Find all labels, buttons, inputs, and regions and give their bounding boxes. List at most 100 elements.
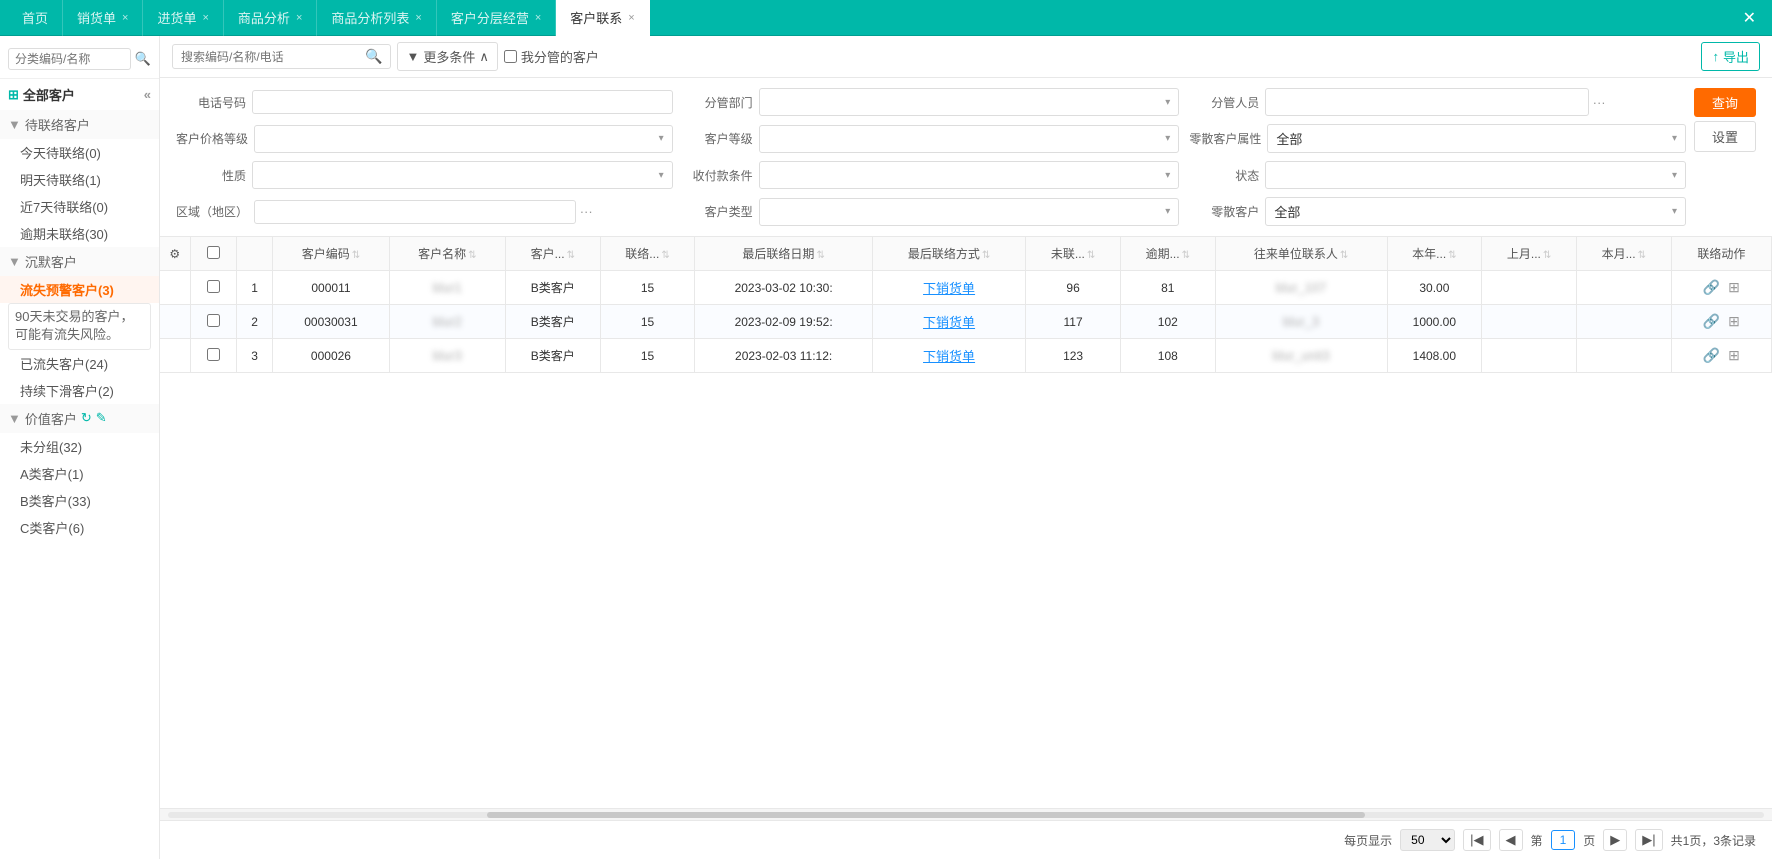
row-checkbox-0[interactable] <box>207 280 220 293</box>
sidebar-group-value[interactable]: ▼ 价值客户 ↻ ✎ <box>0 404 159 433</box>
sidebar-item-churn-warning[interactable]: 流失预警客户(3) <box>0 276 159 303</box>
sidebar-item-overdue[interactable]: 逾期未联络(30) <box>0 220 159 247</box>
select-customer-type[interactable]: ▾ <box>759 198 1180 226</box>
th-this-year[interactable]: 本年...⇅ <box>1387 237 1482 271</box>
sidebar-item-churned[interactable]: 已流失客户(24) <box>0 350 159 377</box>
sidebar-item-classC[interactable]: C类客户(6) <box>0 514 159 541</box>
page-size-select[interactable]: 50 100 200 <box>1400 829 1455 851</box>
export-button[interactable]: ↑ 导出 <box>1701 42 1760 71</box>
search-input[interactable] <box>181 50 361 64</box>
close-customer-tier[interactable]: × <box>535 12 541 24</box>
cell-name-2: blur3 <box>389 339 505 373</box>
select-retail[interactable]: 全部 ▾ <box>1265 197 1686 226</box>
select-nature[interactable]: ▾ <box>252 161 673 189</box>
action-link-icon-2[interactable]: 🔗 <box>1703 347 1720 364</box>
cell-actions-0: 🔗 ⊞ <box>1671 271 1771 305</box>
action-menu-icon-1[interactable]: ⊞ <box>1728 313 1740 330</box>
th-checkbox[interactable] <box>190 237 236 271</box>
th-not-contacted[interactable]: 未联...⇅ <box>1026 237 1121 271</box>
close-customer-contact[interactable]: × <box>628 12 634 24</box>
cell-checkbox-0[interactable] <box>190 271 236 305</box>
th-customer-code[interactable]: 客户编码⇅ <box>273 237 389 271</box>
action-menu-icon-0[interactable]: ⊞ <box>1728 279 1740 296</box>
sidebar-search-icon[interactable]: 🔍 <box>135 51 151 67</box>
filter-customer-level: 客户等级 ▾ <box>683 125 1180 153</box>
select-retail-attr[interactable]: 全部 ▾ <box>1267 124 1686 153</box>
select-all-checkbox[interactable] <box>207 246 220 259</box>
tab-product-analysis-list[interactable]: 商品分析列表 × <box>317 0 436 36</box>
th-unit-contact[interactable]: 往来单位联系人⇅ <box>1215 237 1387 271</box>
next-page-btn[interactable]: ▶ <box>1603 829 1627 851</box>
sidebar-item-declining[interactable]: 持续下滑客户(2) <box>0 377 159 404</box>
tab-product-analysis[interactable]: 商品分析 × <box>224 0 317 36</box>
my-customers-checkbox[interactable] <box>504 50 517 63</box>
sidebar-item-tomorrow[interactable]: 明天待联络(1) <box>0 166 159 193</box>
close-product-analysis-list[interactable]: × <box>415 12 421 24</box>
sidebar-group-silent[interactable]: ▼ 沉默客户 <box>0 247 159 276</box>
th-overdue[interactable]: 逾期...⇅ <box>1120 237 1215 271</box>
horizontal-scrollbar[interactable] <box>160 808 1772 820</box>
sidebar-item-classA[interactable]: A类客户(1) <box>0 460 159 487</box>
select-price-level[interactable]: ▾ <box>254 125 673 153</box>
action-link-icon-1[interactable]: 🔗 <box>1703 313 1720 330</box>
tab-customer-contact[interactable]: 客户联系 × <box>556 0 649 36</box>
tab-sales-order[interactable]: 销货单 × <box>63 0 143 36</box>
more-filter-button[interactable]: ▼ 更多条件 ∧ <box>397 42 497 71</box>
tab-home[interactable]: 首页 <box>8 0 63 36</box>
close-sales-order[interactable]: × <box>122 12 128 24</box>
first-page-btn[interactable]: |◀ <box>1463 829 1490 851</box>
select-payment[interactable]: ▾ <box>759 161 1180 189</box>
close-product-analysis[interactable]: × <box>296 12 302 24</box>
refresh-icon[interactable]: ↻ <box>81 410 92 426</box>
cell-method-2[interactable]: 下销货单 <box>872 339 1025 373</box>
sidebar-all-customers[interactable]: ⊞ 全部客户 « <box>0 79 159 110</box>
prev-page-btn[interactable]: ◀ <box>1499 829 1523 851</box>
sidebar-item-classB[interactable]: B类客户(33) <box>0 487 159 514</box>
select-status[interactable]: ▾ <box>1265 161 1686 189</box>
th-last-contact-method[interactable]: 最后联络方式⇅ <box>872 237 1025 271</box>
last-page-btn[interactable]: ▶| <box>1635 829 1662 851</box>
scrollbar-thumb[interactable] <box>487 812 1365 818</box>
close-purchase-order[interactable]: × <box>202 12 208 24</box>
sidebar-item-today[interactable]: 今天待联络(0) <box>0 139 159 166</box>
cell-checkbox-1[interactable] <box>190 305 236 339</box>
th-last-contact-date[interactable]: 最后联络日期⇅ <box>695 237 873 271</box>
select-customer-level[interactable]: ▾ <box>759 125 1180 153</box>
sidebar-group-pending[interactable]: ▼ 待联络客户 <box>0 110 159 139</box>
tab-customer-tier[interactable]: 客户分层经营 × <box>437 0 556 36</box>
th-contacts[interactable]: 联络...⇅ <box>600 237 695 271</box>
th-customer-name[interactable]: 客户名称⇅ <box>389 237 505 271</box>
row-checkbox-2[interactable] <box>207 348 220 361</box>
action-menu-icon-2[interactable]: ⊞ <box>1728 347 1740 364</box>
scrollbar-track[interactable] <box>168 812 1764 818</box>
input-phone[interactable] <box>252 90 673 114</box>
cell-checkbox-2[interactable] <box>190 339 236 373</box>
action-link-icon-0[interactable]: 🔗 <box>1703 279 1720 296</box>
th-last-month[interactable]: 上月...⇅ <box>1482 237 1577 271</box>
data-table-wrap: ⚙ 客户编码⇅ 客户名称⇅ 客户...⇅ 联络...⇅ <box>160 237 1772 808</box>
select-dept[interactable]: ▾ <box>759 88 1180 116</box>
my-customers-label[interactable]: 我分管的客户 <box>504 47 599 66</box>
th-gear[interactable]: ⚙ <box>160 237 190 271</box>
tab-purchase-order[interactable]: 进货单 × <box>143 0 223 36</box>
edit-icon[interactable]: ✎ <box>96 410 107 426</box>
person-dots-btn[interactable]: ··· <box>1589 95 1610 110</box>
sidebar-search-input[interactable] <box>8 48 131 70</box>
filter-dept: 分管部门 ▾ <box>683 88 1180 116</box>
row-checkbox-1[interactable] <box>207 314 220 327</box>
th-customer-type[interactable]: 客户...⇅ <box>505 237 600 271</box>
window-close-btn[interactable]: ✕ <box>1735 8 1764 28</box>
table-row: 2 00030031 blur2 B类客户 15 2023-02-09 19:5… <box>160 305 1772 339</box>
sidebar-item-7days[interactable]: 近7天待联络(0) <box>0 193 159 220</box>
cell-method-0[interactable]: 下销货单 <box>872 271 1025 305</box>
search-button-icon[interactable]: 🔍 <box>365 48 382 65</box>
select-person[interactable] <box>1265 88 1588 116</box>
sidebar-item-ungrouped[interactable]: 未分组(32) <box>0 433 159 460</box>
input-region[interactable] <box>254 200 576 224</box>
query-button[interactable]: 查询 <box>1694 88 1756 117</box>
region-dots-btn[interactable]: ··· <box>576 204 597 219</box>
cell-method-1[interactable]: 下销货单 <box>872 305 1025 339</box>
settings-button[interactable]: 设置 <box>1694 121 1756 152</box>
th-this-month[interactable]: 本月...⇅ <box>1576 237 1671 271</box>
sort-icon-method: ⇅ <box>982 250 990 261</box>
